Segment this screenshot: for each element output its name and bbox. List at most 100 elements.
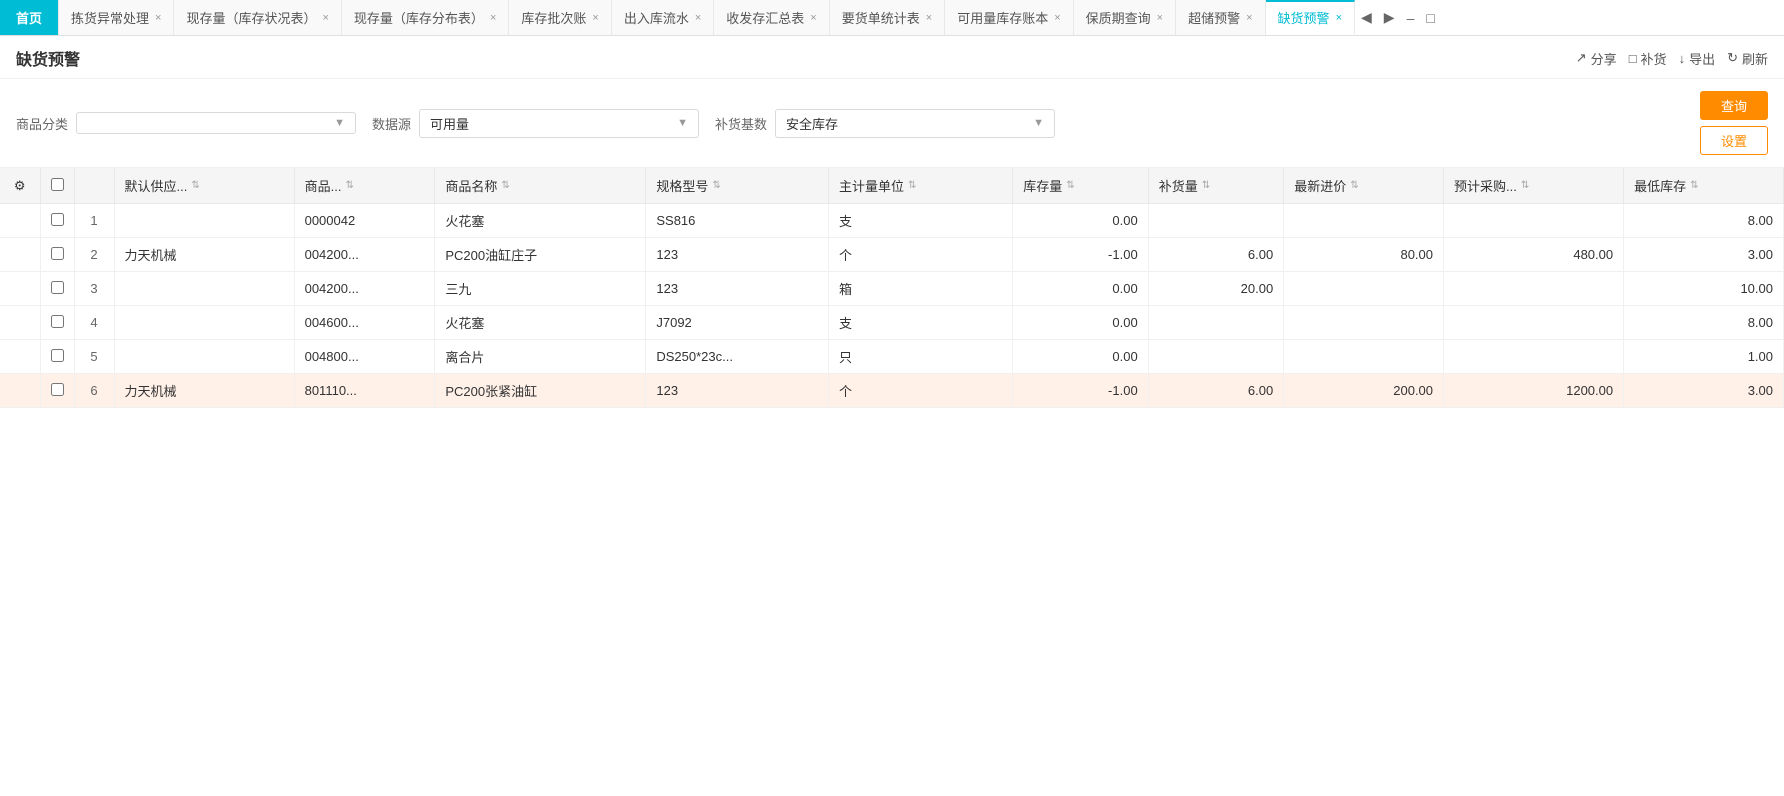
col-code[interactable]: 商品... ⇅ [294,168,435,204]
row-gear-cell [0,204,40,238]
col-stock[interactable]: 库存量 ⇅ [1013,168,1149,204]
tab-2-close[interactable]: × [322,12,328,24]
row-checkbox-cell[interactable] [40,204,74,238]
table-row: 1 0000042 火花塞 SS816 支 0.00 8.00 [0,204,1784,238]
replenish-button[interactable]: □ 补货 [1629,49,1667,68]
row-checkbox-cell[interactable] [40,272,74,306]
tab-6-label: 收发存汇总表 [726,8,804,27]
row-checkbox[interactable] [51,349,64,362]
row-min-stock-cell: 8.00 [1624,204,1784,238]
tab-11-close[interactable]: × [1336,12,1342,24]
row-checkbox-cell[interactable] [40,374,74,408]
select-all-checkbox[interactable] [51,178,64,191]
tab-4-close[interactable]: × [592,12,598,24]
tab-4-label: 库存批次账 [521,8,586,27]
col-min-stock[interactable]: 最低库存 ⇅ [1624,168,1784,204]
tab-home[interactable]: 首页 [0,0,59,35]
row-checkbox-cell[interactable] [40,238,74,272]
tab-2[interactable]: 现存量（库存状况表） × [174,0,341,35]
col-unit-sort: ⇅ [908,180,916,191]
tab-9-close[interactable]: × [1157,12,1163,24]
tab-4[interactable]: 库存批次账 × [509,0,611,35]
row-supplier-cell [114,306,294,340]
tab-8-label: 可用量库存账本 [957,8,1048,27]
share-button[interactable]: ↗ 分享 [1576,49,1617,68]
category-select[interactable]: ▼ [76,112,356,134]
row-checkbox[interactable] [51,247,64,260]
row-latest-price-cell: 80.00 [1284,238,1444,272]
tab-10-label: 超储预警 [1188,8,1240,27]
tab-maximize-btn[interactable]: □ [1420,0,1440,35]
tab-5[interactable]: 出入库流水 × [612,0,714,35]
row-checkbox-cell[interactable] [40,340,74,374]
query-button[interactable]: 查询 [1700,91,1768,120]
row-index-cell: 5 [74,340,114,374]
row-checkbox[interactable] [51,315,64,328]
col-latest-price[interactable]: 最新进价 ⇅ [1284,168,1444,204]
table-header-row: ⚙ 默认供应... ⇅ 商品... [0,168,1784,204]
col-spec[interactable]: 规格型号 ⇅ [646,168,829,204]
row-checkbox-cell[interactable] [40,306,74,340]
col-replenish[interactable]: 补货量 ⇅ [1148,168,1284,204]
tab-2-label: 现存量（库存状况表） [186,8,316,27]
page-container: 缺货预警 ↗ 分享 □ 补货 ↓ 导出 ↻ 刷新 商品分类 [0,36,1784,796]
tab-10-close[interactable]: × [1246,12,1252,24]
row-stock-cell: -1.00 [1013,238,1149,272]
tab-7-close[interactable]: × [926,12,932,24]
tab-5-close[interactable]: × [695,12,701,24]
tab-7-label: 要货单统计表 [842,8,920,27]
row-name-cell: PC200张紧油缸 [435,374,646,408]
col-select-all[interactable] [40,168,74,204]
tab-prev-btn[interactable]: ◀ [1355,0,1378,35]
col-name[interactable]: 商品名称 ⇅ [435,168,646,204]
col-replenish-label: 补货量 [1159,176,1198,195]
col-supplier[interactable]: 默认供应... ⇅ [114,168,294,204]
row-spec-cell: SS816 [646,204,829,238]
tab-9-label: 保质期查询 [1086,8,1151,27]
tab-3-close[interactable]: × [490,12,496,24]
row-replenish-cell: 20.00 [1148,272,1284,306]
row-est-purchase-cell: 1200.00 [1444,374,1624,408]
settings-button[interactable]: 设置 [1700,126,1768,155]
tab-5-label: 出入库流水 [624,8,689,27]
datasource-select[interactable]: 可用量 ▼ [419,109,699,138]
row-est-purchase-cell [1444,204,1624,238]
refresh-icon: ↻ [1727,50,1738,66]
table-body: 1 0000042 火花塞 SS816 支 0.00 8.00 2 力天机械 0… [0,204,1784,408]
col-unit[interactable]: 主计量单位 ⇅ [829,168,1013,204]
row-checkbox[interactable] [51,383,64,396]
tab-1-close[interactable]: × [155,12,161,24]
refresh-button[interactable]: ↻ 刷新 [1727,49,1768,68]
tab-8[interactable]: 可用量库存账本 × [945,0,1073,35]
row-name-cell: 离合片 [435,340,646,374]
tab-10[interactable]: 超储预警 × [1176,0,1265,35]
tab-1[interactable]: 拣货异常处理 × [59,0,174,35]
row-checkbox[interactable] [51,281,64,294]
tab-11[interactable]: 缺货预警 × [1266,0,1355,35]
col-gear[interactable]: ⚙ [0,168,40,204]
tab-6-close[interactable]: × [810,12,816,24]
col-est-purchase[interactable]: 预计采购... ⇅ [1444,168,1624,204]
tab-3[interactable]: 现存量（库存分布表） × [342,0,509,35]
page-title: 缺货预警 [16,46,80,70]
row-spec-cell: 123 [646,238,829,272]
category-select-arrow: ▼ [334,117,345,129]
tab-minimize-btn[interactable]: – [1401,0,1421,35]
export-button[interactable]: ↓ 导出 [1679,49,1716,68]
datasource-filter-label: 数据源 [372,114,411,133]
table-container: ⚙ 默认供应... ⇅ 商品... [0,168,1784,408]
col-min-stock-label: 最低库存 [1634,176,1686,195]
tab-11-label: 缺货预警 [1278,8,1330,27]
row-spec-cell: DS250*23c... [646,340,829,374]
col-name-label: 商品名称 [445,176,497,195]
tab-8-close[interactable]: × [1054,12,1060,24]
row-stock-cell: 0.00 [1013,340,1149,374]
row-min-stock-cell: 8.00 [1624,306,1784,340]
tab-next-btn[interactable]: ▶ [1378,0,1401,35]
row-code-cell: 0000042 [294,204,435,238]
tab-6[interactable]: 收发存汇总表 × [714,0,829,35]
row-checkbox[interactable] [51,213,64,226]
tab-7[interactable]: 要货单统计表 × [830,0,945,35]
replenish-base-select[interactable]: 安全库存 ▼ [775,109,1055,138]
tab-9[interactable]: 保质期查询 × [1074,0,1176,35]
